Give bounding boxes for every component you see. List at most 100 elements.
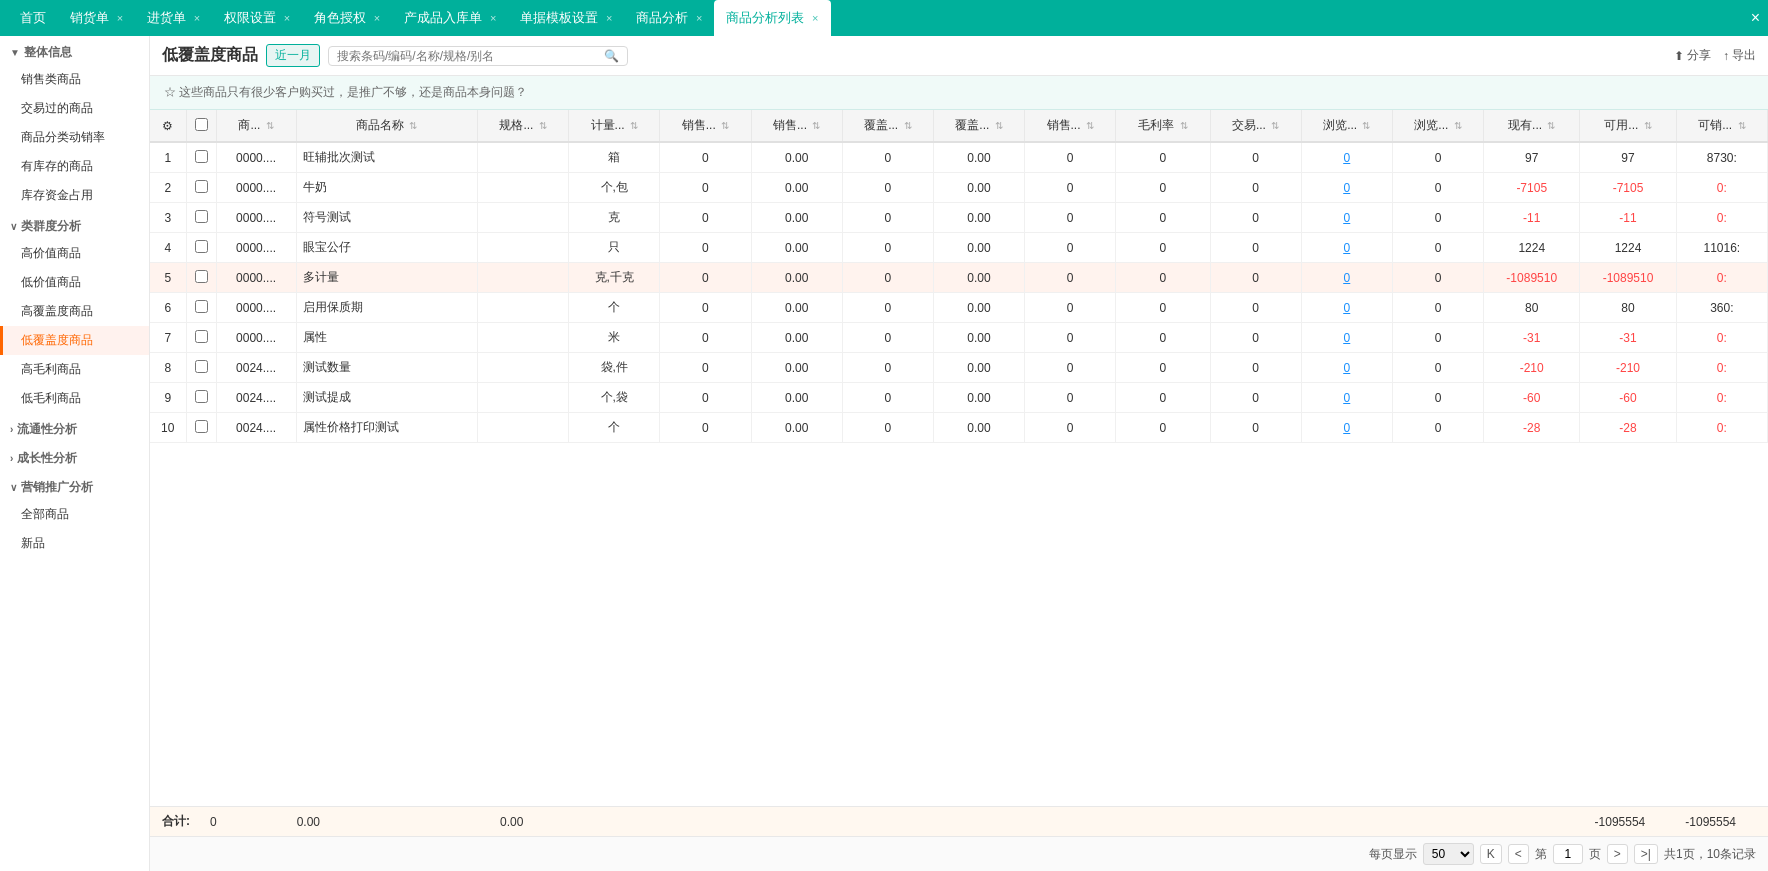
table-row: 2 0000.... 牛奶 个,包 0 0.00 0 0.00 0 0 0 0 … [150,173,1768,203]
sidebar-item-new-goods[interactable]: 新品 [0,529,149,558]
nav-tab-analysis[interactable]: 商品分析 × [624,0,714,36]
row-select-checkbox[interactable] [195,420,208,433]
prev-page-button[interactable]: < [1508,844,1529,864]
sidebar-item-traded-goods[interactable]: 交易过的商品 [0,94,149,123]
col-sales-amt[interactable]: 销售... ⇅ [751,110,842,142]
sidebar-group-marketing[interactable]: ∨ 营销推广分析 [0,471,149,500]
col-current-stock[interactable]: 现有... ⇅ [1484,110,1580,142]
col-sales3[interactable]: 销售... ⇅ [1025,110,1116,142]
close-sales-tab[interactable]: × [117,12,123,24]
sidebar-group-growth[interactable]: › 成长性分析 [0,442,149,471]
sidebar-group-circulation[interactable]: › 流通性分析 [0,413,149,442]
nav-tab-roles[interactable]: 角色授权 × [302,0,392,36]
row-browse1[interactable]: 0 [1301,263,1392,293]
close-analysis-list-tab[interactable]: × [812,12,818,24]
close-template-tab[interactable]: × [606,12,612,24]
sidebar-item-category-rate[interactable]: 商品分类动销率 [0,123,149,152]
row-browse1[interactable]: 0 [1301,142,1392,173]
nav-tab-home[interactable]: 首页 [8,0,58,36]
sidebar-item-all-goods[interactable]: 全部商品 [0,500,149,529]
sidebar-item-high-coverage[interactable]: 高覆盖度商品 [0,297,149,326]
row-browse1[interactable]: 0 [1301,233,1392,263]
sidebar-item-sales-goods[interactable]: 销售类商品 [0,65,149,94]
row-unit: 米 [569,323,660,353]
page-size-select[interactable]: 50 10 20 100 [1423,843,1474,865]
search-icon[interactable]: 🔍 [604,49,619,63]
row-select-checkbox[interactable] [195,210,208,223]
row-browse1[interactable]: 0 [1301,323,1392,353]
row-checkbox[interactable] [186,353,216,383]
col-usable-stock[interactable]: 可用... ⇅ [1580,110,1676,142]
sidebar-item-high-margin[interactable]: 高毛利商品 [0,355,149,384]
page-number-input[interactable] [1553,844,1583,864]
row-browse1[interactable]: 0 [1301,203,1392,233]
next-page-button[interactable]: > [1607,844,1628,864]
nav-tab-template[interactable]: 单据模板设置 × [508,0,624,36]
col-trans[interactable]: 交易... ⇅ [1210,110,1301,142]
sidebar-group-general[interactable]: ▼ 整体信息 [0,36,149,65]
row-checkbox[interactable] [186,413,216,443]
col-cover1[interactable]: 覆盖... ⇅ [842,110,933,142]
last-page-button[interactable]: >| [1634,844,1658,864]
row-select-checkbox[interactable] [195,240,208,253]
row-checkbox[interactable] [186,173,216,203]
col-spec[interactable]: 规格... ⇅ [477,110,568,142]
sidebar-item-low-coverage[interactable]: 低覆盖度商品 [0,326,149,355]
row-browse1[interactable]: 0 [1301,413,1392,443]
table-footer: 合计: 0 0.00 0.00 -1095554 -1095554 每页显示 5… [150,806,1768,871]
close-permissions-tab[interactable]: × [284,12,290,24]
row-browse1[interactable]: 0 [1301,293,1392,323]
row-checkbox[interactable] [186,293,216,323]
close-roles-tab[interactable]: × [374,12,380,24]
row-select-checkbox[interactable] [195,180,208,193]
sidebar-group-cluster[interactable]: ∨ 类群度分析 [0,210,149,239]
close-analysis-tab[interactable]: × [696,12,702,24]
row-select-checkbox[interactable] [195,330,208,343]
nav-tab-sales[interactable]: 销货单 × [58,0,135,36]
row-select-checkbox[interactable] [195,270,208,283]
select-all-checkbox[interactable] [195,118,208,131]
share-button[interactable]: ⬆ 分享 [1674,47,1711,64]
col-margin[interactable]: 毛利率 ⇅ [1116,110,1210,142]
col-cover2[interactable]: 覆盖... ⇅ [933,110,1024,142]
row-checkbox[interactable] [186,142,216,173]
export-button[interactable]: ↑ 导出 [1723,47,1756,64]
row-browse1[interactable]: 0 [1301,353,1392,383]
sidebar-item-low-margin[interactable]: 低毛利商品 [0,384,149,413]
first-page-button[interactable]: K [1480,844,1502,864]
nav-tab-purchase[interactable]: 进货单 × [135,0,212,36]
col-code[interactable]: 商... ⇅ [216,110,296,142]
row-select-checkbox[interactable] [195,150,208,163]
close-purchase-tab[interactable]: × [194,12,200,24]
sidebar-item-low-value[interactable]: 低价值商品 [0,268,149,297]
row-select-checkbox[interactable] [195,300,208,313]
col-browse1[interactable]: 浏览... ⇅ [1301,110,1392,142]
close-production-tab[interactable]: × [490,12,496,24]
col-browse2[interactable]: 浏览... ⇅ [1392,110,1483,142]
nav-tab-permissions[interactable]: 权限设置 × [212,0,302,36]
time-filter-button[interactable]: 近一月 [266,44,320,67]
row-checkbox[interactable] [186,383,216,413]
row-num: 2 [150,173,186,203]
sidebar-item-stock-capital[interactable]: 库存资金占用 [0,181,149,210]
col-name[interactable]: 商品名称 ⇅ [296,110,477,142]
nav-tab-production[interactable]: 产成品入库单 × [392,0,508,36]
close-all-tabs[interactable]: × [1751,9,1760,27]
search-input[interactable] [337,49,604,63]
row-checkbox[interactable] [186,323,216,353]
col-saleable[interactable]: 可销... ⇅ [1676,110,1767,142]
row-select-checkbox[interactable] [195,360,208,373]
row-checkbox[interactable] [186,203,216,233]
nav-tab-analysis-list[interactable]: 商品分析列表 × [714,0,830,36]
row-browse1[interactable]: 0 [1301,173,1392,203]
sidebar-item-stock-goods[interactable]: 有库存的商品 [0,152,149,181]
col-settings[interactable]: ⚙ [150,110,186,142]
col-unit[interactable]: 计量... ⇅ [569,110,660,142]
row-browse1[interactable]: 0 [1301,383,1392,413]
sidebar-item-high-value[interactable]: 高价值商品 [0,239,149,268]
col-sales-qty[interactable]: 销售... ⇅ [660,110,751,142]
row-checkbox[interactable] [186,233,216,263]
row-select-checkbox[interactable] [195,390,208,403]
sidebar-group-general-label: 整体信息 [24,44,72,61]
row-checkbox[interactable] [186,263,216,293]
